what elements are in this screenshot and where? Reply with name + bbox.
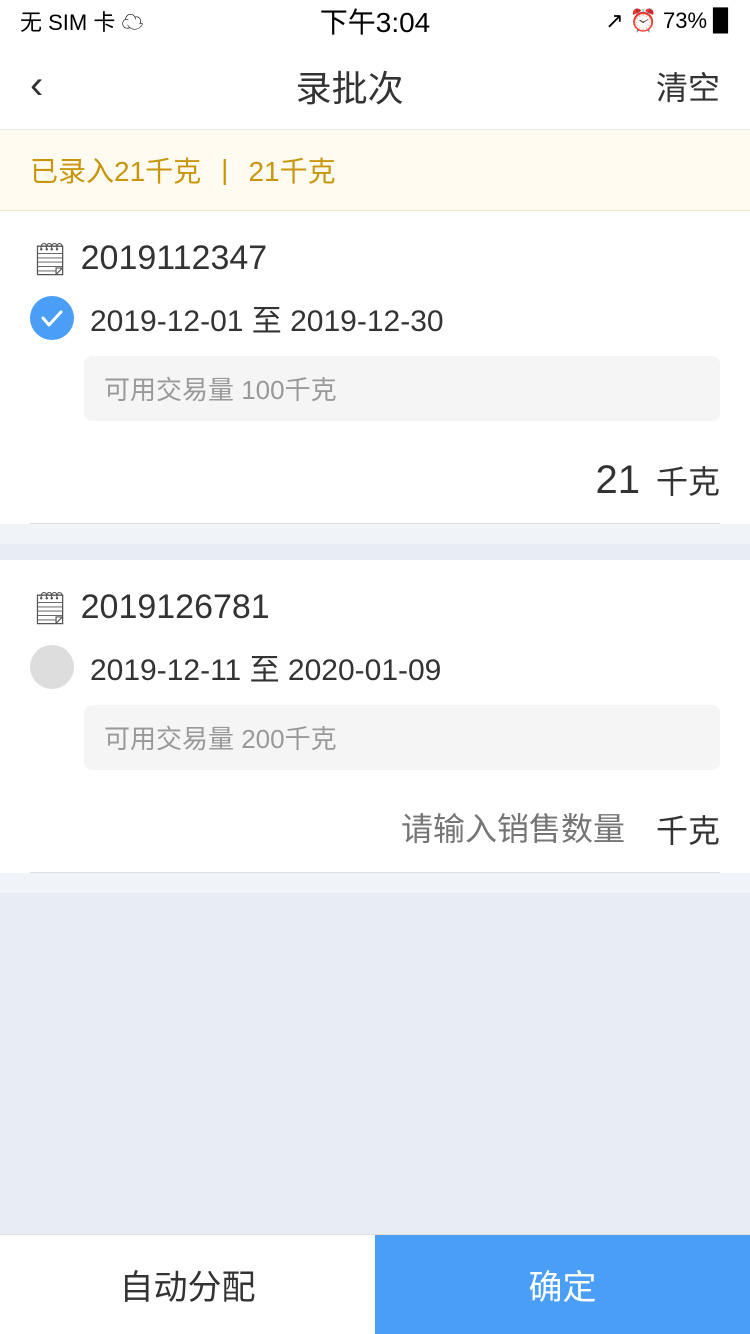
status-time: 下午3:04 <box>320 1 431 41</box>
status-left: 无 SIM 卡 ☁ <box>20 5 143 37</box>
quantity-underline-2 <box>30 872 720 873</box>
batch-quantity-row-1: 21 千克 <box>0 441 750 523</box>
batch-date-1: 2019-12-01 至 2019-12-30 <box>90 296 444 340</box>
nav-bar: ‹ 录批次 清空 <box>0 42 750 130</box>
batch-card-1: 🗒 2019112347 2019-12-01 至 2019-12-30 可用交… <box>0 211 750 524</box>
batch-quantity-unit-1: 千克 <box>656 457 720 503</box>
batch-availability-2: 可用交易量 200千克 <box>84 705 720 770</box>
quantity-underline-1 <box>30 523 720 524</box>
sim-wifi-label: 无 SIM 卡 ☁ <box>20 5 143 37</box>
card-separator <box>0 544 750 560</box>
batch-icon-2: 🗒 <box>30 589 71 627</box>
batch-checkbox-2[interactable] <box>30 645 74 689</box>
summary-total: 21千克 <box>248 150 335 190</box>
bottom-bar: 自动分配 确定 <box>0 1234 750 1334</box>
status-bar: 无 SIM 卡 ☁ 下午3:04 ↗ ⏰ 73% ▉ <box>0 0 750 42</box>
batch-date-row-2: 2019-12-11 至 2020-01-09 <box>0 637 750 705</box>
batch-number-1: 2019112347 <box>81 239 268 278</box>
batch-number-2: 2019126781 <box>81 588 270 627</box>
batch-quantity-input-2[interactable] <box>30 811 640 848</box>
batch-icon-1: 🗒 <box>30 240 71 278</box>
batch-card-2: 🗒 2019126781 2019-12-11 至 2020-01-09 可用交… <box>0 560 750 873</box>
batch-header-1: 🗒 2019112347 <box>0 211 750 288</box>
back-button[interactable]: ‹ <box>30 63 43 108</box>
status-right: ↗ ⏰ 73% ▉ <box>605 8 730 34</box>
clear-button[interactable]: 清空 <box>656 63 720 109</box>
battery-icon: ▉ <box>713 8 730 34</box>
batch-date-row-1: 2019-12-01 至 2019-12-30 <box>0 288 750 356</box>
batch-quantity-row-2[interactable]: 千克 <box>0 790 750 872</box>
confirm-button[interactable]: 确定 <box>375 1235 750 1334</box>
battery-label: 73% <box>663 8 707 34</box>
alarm-icon: ⏰ <box>630 8 657 34</box>
location-icon: ↗ <box>605 8 623 34</box>
summary-divider: | <box>221 154 228 186</box>
batch-quantity-value-1: 21 <box>595 458 640 503</box>
summary-bar: 已录入21千克 | 21千克 <box>0 130 750 211</box>
batch-checkbox-1[interactable] <box>30 296 74 340</box>
batch-availability-1: 可用交易量 100千克 <box>84 356 720 421</box>
summary-recorded: 已录入21千克 <box>30 150 201 190</box>
nav-title: 录批次 <box>296 60 404 112</box>
auto-distribute-button[interactable]: 自动分配 <box>0 1235 375 1334</box>
batch-quantity-unit-2: 千克 <box>656 806 720 852</box>
batch-header-2: 🗒 2019126781 <box>0 560 750 637</box>
batch-date-2: 2019-12-11 至 2020-01-09 <box>90 645 441 689</box>
